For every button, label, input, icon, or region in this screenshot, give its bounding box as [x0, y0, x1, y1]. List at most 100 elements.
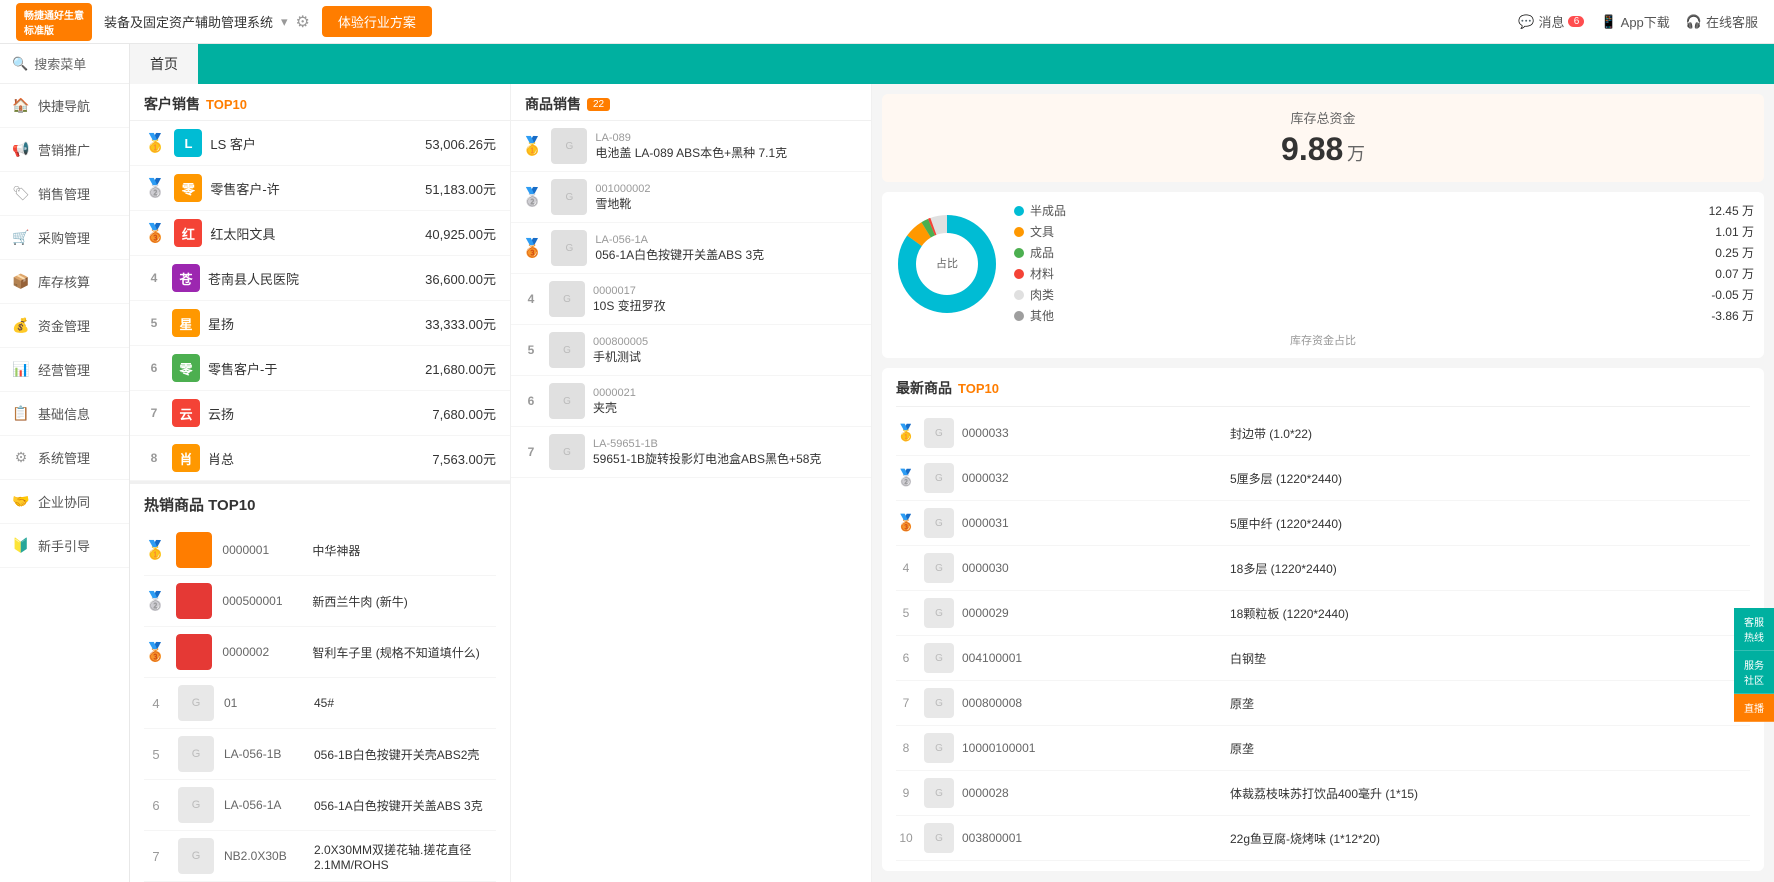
legend-item: 文具 1.01 万 — [1014, 223, 1754, 240]
product-thumbnail: G — [178, 838, 214, 874]
system-name: 装备及固定资产辅助管理系统 — [104, 12, 273, 31]
latest-products-section: 最新商品 TOP10 🥇 G 0000033 封边带 (1.0*22)🥈 G 0… — [882, 368, 1764, 871]
sidebar-item-guide[interactable]: 🔰 新手引导 — [0, 524, 129, 568]
sidebar-item-basic[interactable]: 📋 基础信息 — [0, 392, 129, 436]
legend-label: 其他 — [1030, 307, 1705, 324]
settings-icon[interactable]: ⚙ — [296, 12, 310, 32]
customer-amount: 36,600.00元 — [425, 269, 496, 288]
legend-value: -3.86 万 — [1711, 307, 1754, 324]
customer-amount: 7,563.00元 — [432, 449, 496, 468]
phone-icon: 📱 — [1600, 14, 1616, 30]
product-code: 0000001 — [222, 543, 302, 557]
sidebar-item-system[interactable]: ⚙ 系统管理 — [0, 436, 129, 480]
product-info: 0000017 10S 变扭罗孜 — [593, 285, 861, 314]
hotline-button[interactable]: 客服热线 — [1734, 608, 1774, 651]
sidebar-label-basic: 基础信息 — [38, 404, 90, 423]
trial-button[interactable]: 体验行业方案 — [322, 6, 432, 37]
sidebar-item-quick-nav[interactable]: 🏠 快捷导航 — [0, 84, 129, 128]
product-name: 体裁荔枝味苏打饮品400毫升 (1*15) — [1230, 785, 1750, 802]
sidebar-icon-guide: 🔰 — [12, 537, 30, 555]
sidebar-label-quick-nav: 快捷导航 — [38, 96, 90, 115]
legend-label: 成品 — [1030, 244, 1709, 261]
customer-name: 零售客户-许 — [210, 179, 417, 198]
legend-item: 材料 0.07 万 — [1014, 265, 1754, 282]
product-name: 封边带 (1.0*22) — [1230, 425, 1750, 442]
main-layout: 🔍 搜索菜单 🏠 快捷导航📢 营销推广🏷 销售管理🛒 采购管理📦 库存核算💰 资… — [0, 44, 1774, 882]
product-info: 000800005 手机测试 — [593, 336, 861, 365]
product-thumbnail: G — [924, 688, 954, 718]
product-code: LA-056-1A — [595, 234, 861, 246]
customer-rank-item: 5 星 星扬 33,333.00元 — [130, 301, 510, 346]
hot-products-title: 热销商品 TOP10 — [144, 494, 255, 515]
hot-product-item: 5 G LA-056-1B 056-1B白色按键开关壳ABS2壳 — [144, 729, 496, 780]
product-name: 5厘多层 (1220*2440) — [1230, 470, 1750, 487]
tab-home[interactable]: 首页 — [130, 44, 198, 84]
product-thumbnail: G — [549, 434, 585, 470]
legend-dot-icon — [1014, 269, 1024, 279]
customer-avatar: 苍 — [172, 264, 200, 292]
rank-number: 8 — [896, 741, 916, 755]
product-rank-list: 🥇 G LA-089 电池盖 LA-089 ABS本色+黑种 7.1克 🥈 G … — [511, 121, 871, 478]
message-button[interactable]: 💬 消息 6 — [1518, 12, 1584, 31]
logo-line1: 畅捷通好生意 — [24, 7, 84, 22]
product-code: LA-089 — [595, 132, 861, 144]
topbar-actions: 💬 消息 6 📱 App下载 🎧 在线客服 — [1518, 12, 1758, 31]
sidebar-icon-corp: 🤝 — [12, 493, 30, 511]
customer-amount: 40,925.00元 — [425, 224, 496, 243]
product-name: 056-1A白色按键开关盖ABS 3克 — [314, 797, 496, 814]
live-button[interactable]: 直播 — [1734, 694, 1774, 722]
product-name: 10S 变扭罗孜 — [593, 297, 861, 314]
nav-tabs: 首页 — [130, 44, 1774, 84]
legend-value: 1.01 万 — [1715, 223, 1754, 240]
rank-number: 10 — [896, 831, 916, 845]
rank-number: 5 — [896, 606, 916, 620]
product-code: 0000029 — [962, 606, 1222, 620]
sidebar-icon-inventory: 📦 — [12, 273, 30, 291]
sidebar-item-inventory[interactable]: 📦 库存核算 — [0, 260, 129, 304]
left-panel: 客户销售 TOP10 🥇 L LS 客户 53,006.26元🥈 零 零售客户-… — [130, 84, 510, 882]
customer-name: 红太阳文具 — [210, 224, 417, 243]
online-service-button[interactable]: 🎧 在线客服 — [1686, 12, 1758, 31]
app-download-button[interactable]: 📱 App下载 — [1600, 12, 1669, 31]
sidebar-item-sales[interactable]: 🏷 销售管理 — [0, 172, 129, 216]
content-area: 首页 客户销售 TOP10 🥇 L LS 客户 53,006.26元🥈 零 零售… — [130, 44, 1774, 882]
sidebar-label-inventory: 库存核算 — [38, 272, 90, 291]
sidebar-item-marketing[interactable]: 📢 营销推广 — [0, 128, 129, 172]
latest-product-item: 8 G 10000100001 原垄 — [896, 726, 1750, 771]
sidebar-label-purchase: 采购管理 — [38, 228, 90, 247]
sidebar-item-operation[interactable]: 📊 经营管理 — [0, 348, 129, 392]
product-name: 59651-1B旋转投影灯电池盒ABS黑色+58克 — [593, 450, 861, 467]
dropdown-arrow-icon[interactable]: ▾ — [281, 14, 288, 30]
headset-icon: 🎧 — [1686, 14, 1702, 30]
product-code: 000500001 — [222, 594, 302, 608]
sidebar-item-corp[interactable]: 🤝 企业协同 — [0, 480, 129, 524]
search-menu[interactable]: 🔍 搜索菜单 — [0, 44, 129, 84]
medal-silver-icon: 🥈 — [144, 178, 166, 199]
customer-avatar: 云 — [172, 399, 200, 427]
customer-rank-item: 🥈 零 零售客户-许 51,183.00元 — [130, 166, 510, 211]
community-button[interactable]: 服务社区 — [1734, 651, 1774, 694]
latest-product-item: 9 G 0000028 体裁荔枝味苏打饮品400毫升 (1*15) — [896, 771, 1750, 816]
sidebar-icon-sales: 🏷 — [12, 185, 30, 203]
hot-product-item: 6 G LA-056-1A 056-1A白色按键开关盖ABS 3克 — [144, 780, 496, 831]
inventory-unit: 万 — [1347, 144, 1365, 164]
sidebar-item-finance[interactable]: 💰 资金管理 — [0, 304, 129, 348]
legend-value: 0.25 万 — [1715, 244, 1754, 261]
product-thumbnail — [176, 583, 212, 619]
customer-name: LS 客户 — [210, 134, 417, 153]
product-code: 01 — [224, 696, 304, 710]
inventory-title: 库存总资金 — [896, 108, 1750, 127]
product-thumbnail: G — [924, 598, 954, 628]
sidebar-item-purchase[interactable]: 🛒 采购管理 — [0, 216, 129, 260]
medal-silver-icon: 🥈 — [521, 187, 543, 208]
rank-number: 4 — [144, 696, 168, 711]
customer-name: 肖总 — [208, 449, 424, 468]
product-name: 45# — [314, 696, 496, 710]
rank-number: 4 — [521, 292, 541, 306]
product-name: 056-1A白色按键开关盖ABS 3克 — [595, 246, 861, 263]
product-code: LA-056-1A — [224, 798, 304, 812]
legend-item: 肉类 -0.05 万 — [1014, 286, 1754, 303]
product-info: LA-056-1A 056-1A白色按键开关盖ABS 3克 — [595, 234, 861, 263]
customer-name: 星扬 — [208, 314, 417, 333]
product-rank-item: 6 G 0000021 夹壳 — [511, 376, 871, 427]
